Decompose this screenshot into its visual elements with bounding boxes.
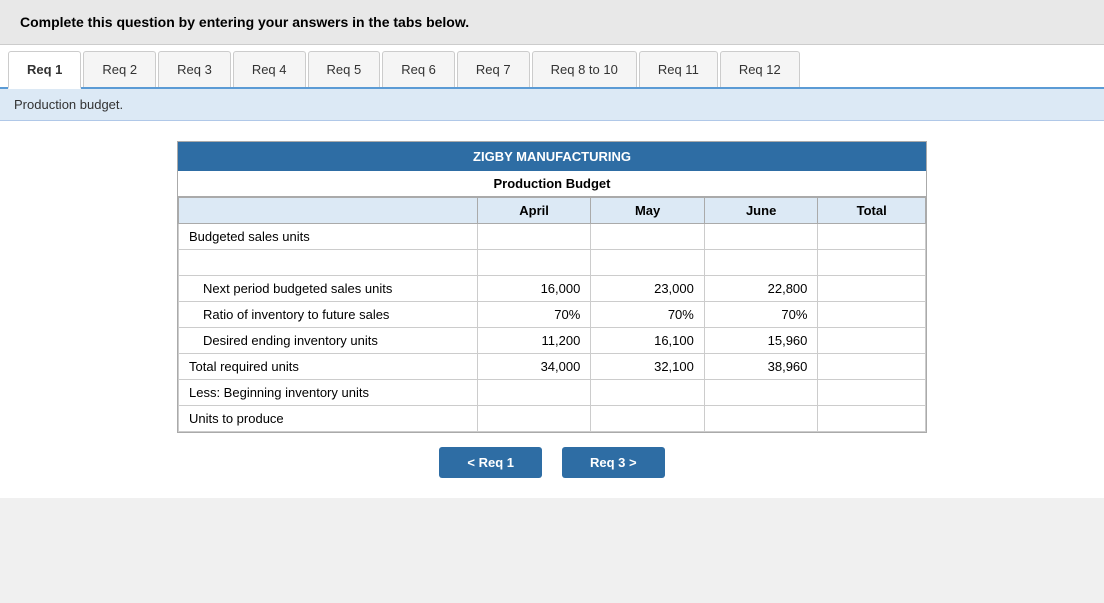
input-0-may[interactable] <box>591 224 704 249</box>
cell-3-total <box>818 302 926 328</box>
cell-1-april[interactable] <box>477 250 591 276</box>
next-button[interactable]: Req 3 > <box>562 447 665 478</box>
content-area: ZIGBY MANUFACTURING Production Budget Ap… <box>0 121 1104 498</box>
cell-4-june: 15,960 <box>704 328 818 354</box>
tab-req8to10[interactable]: Req 8 to 10 <box>532 51 637 87</box>
input-0-total[interactable] <box>818 224 925 249</box>
col-header-june: June <box>704 198 818 224</box>
input-1-june[interactable] <box>705 250 818 275</box>
tab-req12[interactable]: Req 12 <box>720 51 800 87</box>
tab-req6[interactable]: Req 6 <box>382 51 455 87</box>
tab-req1[interactable]: Req 1 <box>8 51 81 89</box>
cell-0-april[interactable] <box>477 224 591 250</box>
production-budget-table: AprilMayJuneTotal Budgeted sales units Ne… <box>178 197 926 432</box>
input-6-april[interactable] <box>478 380 591 405</box>
table-row: Next period budgeted sales units16,00023… <box>179 276 926 302</box>
cell-5-total <box>818 354 926 380</box>
cell-4-may: 16,100 <box>591 328 705 354</box>
cell-5-may: 32,100 <box>591 354 705 380</box>
input-1-total[interactable] <box>818 250 925 275</box>
tab-req2[interactable]: Req 2 <box>83 51 156 87</box>
tab-req7[interactable]: Req 7 <box>457 51 530 87</box>
table-row: Ratio of inventory to future sales70%70%… <box>179 302 926 328</box>
input-1-may[interactable] <box>591 250 704 275</box>
section-header: Production budget. <box>0 89 1104 121</box>
cell-4-total <box>818 328 926 354</box>
cell-2-june: 22,800 <box>704 276 818 302</box>
input-0-june[interactable] <box>705 224 818 249</box>
cell-7-total[interactable] <box>818 406 926 432</box>
input-6-may[interactable] <box>591 380 704 405</box>
cell-6-total[interactable] <box>818 380 926 406</box>
table-row: Desired ending inventory units11,20016,1… <box>179 328 926 354</box>
input-1-april[interactable] <box>478 250 591 275</box>
row-label-6: Less: Beginning inventory units <box>179 380 478 406</box>
top-banner: Complete this question by entering your … <box>0 0 1104 45</box>
cell-6-june[interactable] <box>704 380 818 406</box>
cell-3-june: 70% <box>704 302 818 328</box>
row-label-7: Units to produce <box>179 406 478 432</box>
cell-1-total[interactable] <box>818 250 926 276</box>
col-header-april: April <box>477 198 591 224</box>
cell-7-may[interactable] <box>591 406 705 432</box>
tab-req5[interactable]: Req 5 <box>308 51 381 87</box>
cell-3-april: 70% <box>477 302 591 328</box>
input-7-april[interactable] <box>478 406 591 431</box>
row-label-2: Next period budgeted sales units <box>179 276 478 302</box>
cell-6-may[interactable] <box>591 380 705 406</box>
table-row: Less: Beginning inventory units <box>179 380 926 406</box>
cell-3-may: 70% <box>591 302 705 328</box>
cell-2-total <box>818 276 926 302</box>
col-header-total: Total <box>818 198 926 224</box>
table-row: Total required units34,00032,10038,960 <box>179 354 926 380</box>
input-7-june[interactable] <box>705 406 818 431</box>
cell-7-april[interactable] <box>477 406 591 432</box>
cell-2-april: 16,000 <box>477 276 591 302</box>
tab-req4[interactable]: Req 4 <box>233 51 306 87</box>
col-header-label <box>179 198 478 224</box>
row-label-0: Budgeted sales units <box>179 224 478 250</box>
cell-5-april: 34,000 <box>477 354 591 380</box>
input-7-may[interactable] <box>591 406 704 431</box>
row-label-1 <box>179 250 478 276</box>
input-6-june[interactable] <box>705 380 818 405</box>
tabs-bar: Req 1Req 2Req 3Req 4Req 5Req 6Req 7Req 8… <box>0 45 1104 89</box>
input-0-april[interactable] <box>478 224 591 249</box>
cell-4-april: 11,200 <box>477 328 591 354</box>
row-label-3: Ratio of inventory to future sales <box>179 302 478 328</box>
cell-0-june[interactable] <box>704 224 818 250</box>
table-company: ZIGBY MANUFACTURING <box>178 142 926 171</box>
col-header-may: May <box>591 198 705 224</box>
cell-0-may[interactable] <box>591 224 705 250</box>
table-row <box>179 250 926 276</box>
table-row: Units to produce <box>179 406 926 432</box>
cell-1-may[interactable] <box>591 250 705 276</box>
cell-6-april[interactable] <box>477 380 591 406</box>
cell-1-june[interactable] <box>704 250 818 276</box>
nav-buttons: < Req 1 Req 3 > <box>20 447 1084 478</box>
row-label-5: Total required units <box>179 354 478 380</box>
input-6-total[interactable] <box>818 380 925 405</box>
cell-7-june[interactable] <box>704 406 818 432</box>
prev-button[interactable]: < Req 1 <box>439 447 542 478</box>
table-title: Production Budget <box>178 171 926 197</box>
input-7-total[interactable] <box>818 406 925 431</box>
tab-req3[interactable]: Req 3 <box>158 51 231 87</box>
cell-2-may: 23,000 <box>591 276 705 302</box>
tab-req11[interactable]: Req 11 <box>639 51 718 87</box>
budget-table-container: ZIGBY MANUFACTURING Production Budget Ap… <box>177 141 927 433</box>
row-label-4: Desired ending inventory units <box>179 328 478 354</box>
cell-0-total[interactable] <box>818 224 926 250</box>
table-row: Budgeted sales units <box>179 224 926 250</box>
cell-5-june: 38,960 <box>704 354 818 380</box>
